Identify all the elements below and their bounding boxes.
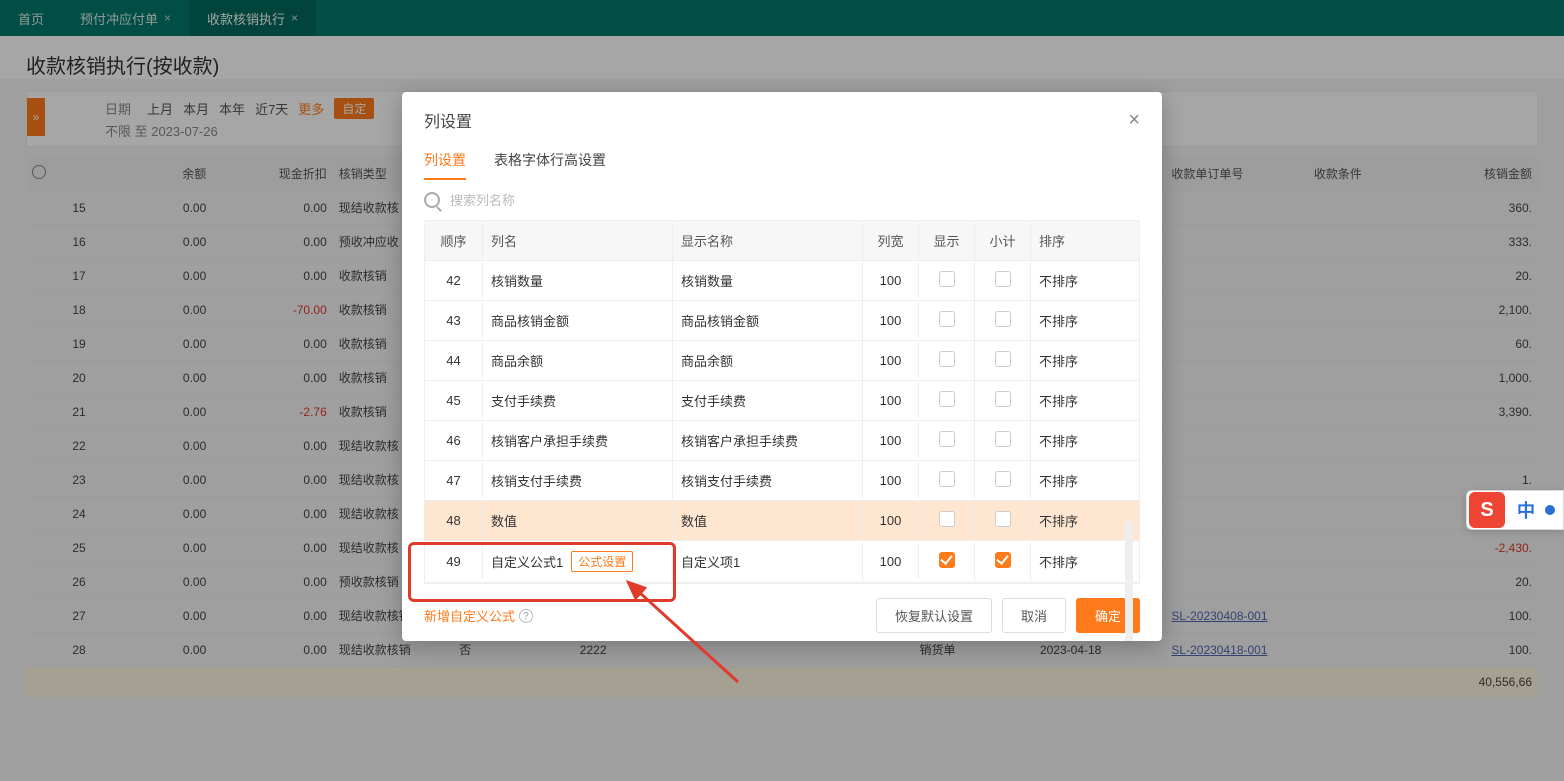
help-icon[interactable]: ?	[519, 609, 533, 623]
column-row[interactable]: 48数值数值100不排序	[425, 501, 1139, 541]
show-checkbox[interactable]	[939, 552, 955, 568]
show-checkbox[interactable]	[939, 391, 955, 407]
columns-table: 顺序 列名 显示名称 列宽 显示 小计 排序 42核销数量核销数量100不排序4…	[424, 220, 1140, 584]
restore-default-button[interactable]: 恢复默认设置	[876, 598, 992, 633]
column-row[interactable]: 46核销客户承担手续费核销客户承担手续费100不排序	[425, 421, 1139, 461]
subtotal-checkbox[interactable]	[995, 271, 1011, 287]
close-icon[interactable]: ×	[1128, 110, 1140, 130]
subtotal-checkbox[interactable]	[995, 431, 1011, 447]
subtotal-checkbox[interactable]	[995, 311, 1011, 327]
modal-tab-columns[interactable]: 列设置	[424, 150, 466, 180]
subtotal-checkbox[interactable]	[995, 511, 1011, 527]
modal-title: 列设置	[424, 108, 472, 132]
search-input[interactable]	[450, 193, 1140, 208]
show-checkbox[interactable]	[939, 431, 955, 447]
ime-widget[interactable]: S 中	[1466, 490, 1564, 530]
column-settings-modal: 列设置 × 列设置 表格字体行高设置 顺序 列名 显示名称 列宽 显示 小计 排…	[402, 92, 1162, 641]
column-row[interactable]: 44商品余额商品余额100不排序	[425, 341, 1139, 381]
column-row[interactable]: 45支付手续费支付手续费100不排序	[425, 381, 1139, 421]
column-row[interactable]: 49自定义公式1公式设置自定义项1100不排序	[425, 541, 1139, 583]
add-formula-link[interactable]: 新增自定义公式?	[424, 606, 533, 625]
show-checkbox[interactable]	[939, 311, 955, 327]
show-checkbox[interactable]	[939, 511, 955, 527]
subtotal-checkbox[interactable]	[995, 552, 1011, 568]
column-row[interactable]: 47核销支付手续费核销支付手续费100不排序	[425, 461, 1139, 501]
ime-lang[interactable]: 中	[1507, 497, 1545, 523]
modal-tabs: 列设置 表格字体行高设置	[402, 140, 1162, 180]
search-icon	[424, 192, 440, 208]
cancel-button[interactable]: 取消	[1002, 598, 1066, 633]
subtotal-checkbox[interactable]	[995, 471, 1011, 487]
ime-brand-icon: S	[1469, 492, 1505, 528]
subtotal-checkbox[interactable]	[995, 391, 1011, 407]
subtotal-checkbox[interactable]	[995, 351, 1011, 367]
show-checkbox[interactable]	[939, 271, 955, 287]
modal-tab-font[interactable]: 表格字体行高设置	[494, 150, 606, 180]
column-row[interactable]: 43商品核销金额商品核销金额100不排序	[425, 301, 1139, 341]
show-checkbox[interactable]	[939, 471, 955, 487]
columns-table-header: 顺序 列名 显示名称 列宽 显示 小计 排序	[425, 221, 1139, 261]
show-checkbox[interactable]	[939, 351, 955, 367]
formula-settings-button[interactable]: 公式设置	[571, 551, 633, 572]
column-row[interactable]: 42核销数量核销数量100不排序	[425, 261, 1139, 301]
ime-dot-icon	[1545, 505, 1555, 515]
scrollbar[interactable]	[1125, 521, 1133, 641]
